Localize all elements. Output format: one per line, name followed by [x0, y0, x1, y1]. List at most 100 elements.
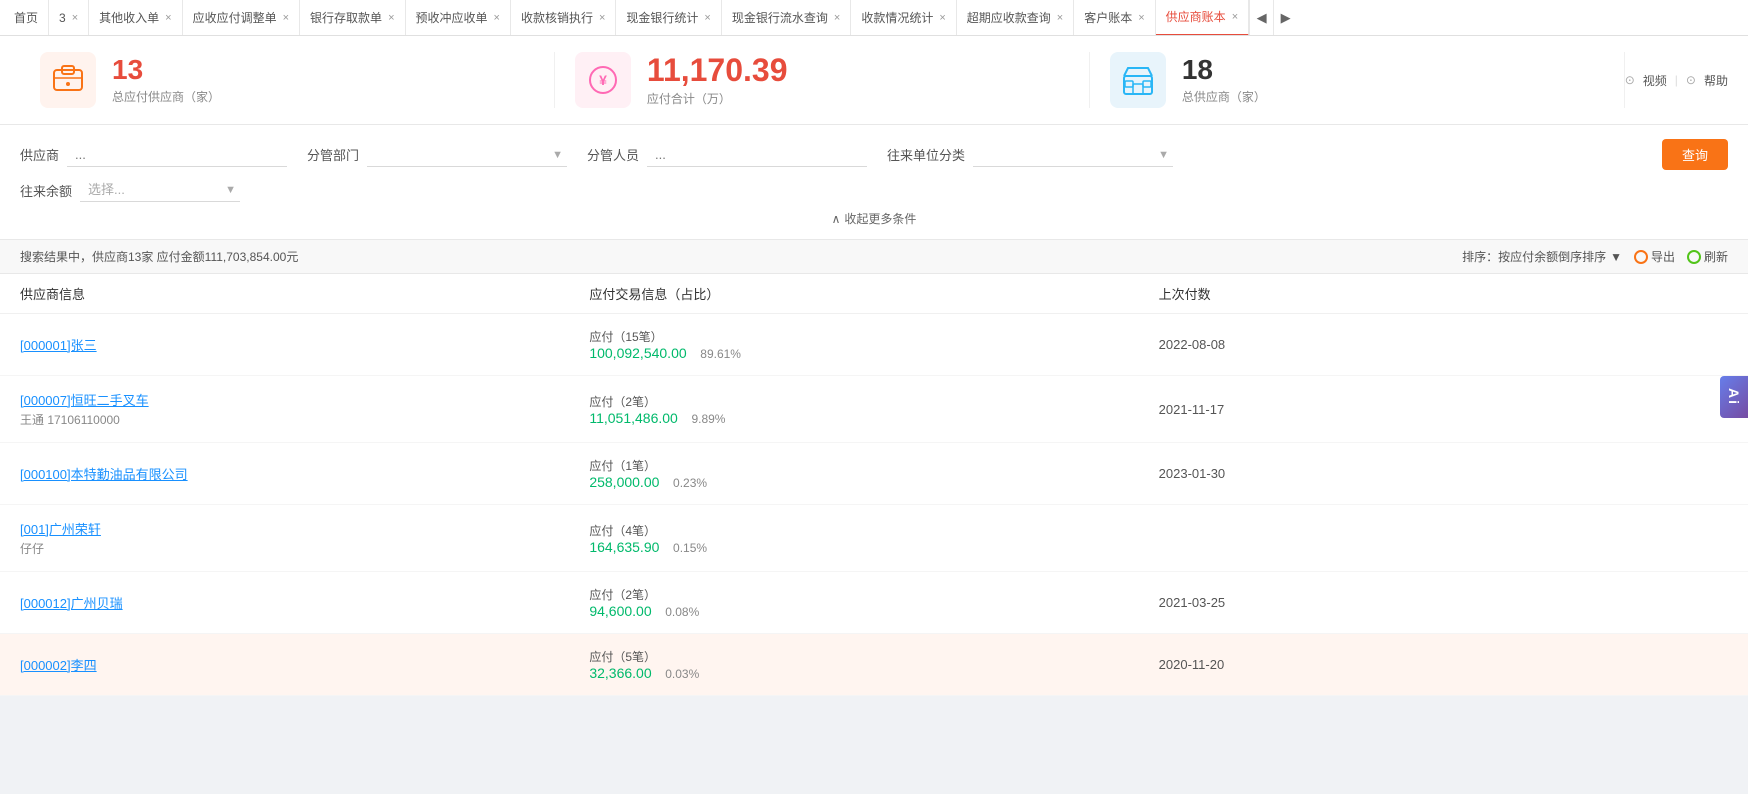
store-icon: [1110, 52, 1166, 108]
table-row: [000100]本特勤油品有限公司 应付（1笔） 258,000.00 0.23…: [0, 443, 1748, 505]
trans-amount: 164,635.90: [589, 539, 659, 555]
category-select-wrap: ▼: [973, 143, 1173, 167]
refresh-icon: [1687, 250, 1701, 264]
close-icon[interactable]: ×: [704, 12, 710, 24]
supplier-cell: [000007]恒旺二手叉车 王通 17106110000: [20, 390, 589, 428]
nav-tab-payment-stat-label: 收款情况统计: [861, 9, 933, 26]
transaction-cell: 应付（4笔） 164,635.90 0.15%: [589, 522, 1158, 555]
trans-amount: 100,092,540.00: [589, 345, 686, 361]
category-filter-select[interactable]: [973, 143, 1173, 167]
trans-pct: 89.61%: [700, 347, 741, 361]
nav-tab-supplier-account[interactable]: 供应商账本 ×: [1156, 0, 1249, 36]
last-pay-cell: 2023-01-30: [1159, 466, 1728, 481]
nav-tab-other-income-label: 其他收入单: [99, 9, 159, 26]
close-icon[interactable]: ×: [72, 12, 78, 24]
filter-row-1: 供应商 分管部门 ▼ 分管人员 往来单位分类 ▼ 查询: [20, 139, 1728, 170]
supplier-link[interactable]: [001]广州荣轩: [20, 519, 589, 538]
nav-arrow-right[interactable]: ▶: [1273, 0, 1297, 36]
nav-tab-customer-account[interactable]: 客户账本 ×: [1074, 0, 1155, 36]
table-header: 供应商信息 应付交易信息（占比） 上次付数: [0, 274, 1748, 314]
close-icon[interactable]: ×: [165, 12, 171, 24]
nav-tab-advance[interactable]: 预收冲应收单 ×: [406, 0, 511, 36]
trans-label: 应付（15笔）: [589, 328, 1158, 345]
supplier-link[interactable]: [000007]恒旺二手叉车: [20, 390, 589, 409]
video-icon: ⊙: [1625, 73, 1635, 87]
refresh-label: 刷新: [1704, 248, 1728, 265]
close-icon[interactable]: ×: [1057, 12, 1063, 24]
nav-tab-overdue[interactable]: 超期应收款查询 ×: [957, 0, 1074, 36]
nav-tab-other-income[interactable]: 其他收入单 ×: [89, 0, 182, 36]
last-pay-cell: 2020-11-20: [1159, 657, 1728, 672]
payable-icon: ¥: [575, 52, 631, 108]
nav-tab-3[interactable]: 3 ×: [49, 0, 89, 36]
filter-category: 往来单位分类 ▼: [887, 143, 1173, 167]
nav-tab-bank-deposit-label: 银行存取款单: [310, 9, 382, 26]
nav-arrow-left[interactable]: ◀: [1249, 0, 1273, 36]
supplier-link[interactable]: [000100]本特勤油品有限公司: [20, 464, 589, 483]
query-button[interactable]: 查询: [1662, 139, 1728, 170]
transaction-cell: 应付（2笔） 94,600.00 0.08%: [589, 586, 1158, 619]
trans-label: 应付（5笔）: [589, 648, 1158, 665]
help-link[interactable]: 帮助: [1704, 72, 1728, 89]
close-icon[interactable]: ×: [939, 12, 945, 24]
supplier-link[interactable]: [000012]广州贝瑞: [20, 593, 589, 612]
summary-card-payable-total: ¥ 11,170.39 应付合计（万）: [555, 52, 1090, 108]
nav-tab-ar-adjust[interactable]: 应收应付调整单 ×: [183, 0, 300, 36]
filter-section: 供应商 分管部门 ▼ 分管人员 往来单位分类 ▼ 查询: [0, 125, 1748, 240]
supplier-link[interactable]: [000001]张三: [20, 335, 589, 354]
close-icon[interactable]: ×: [283, 12, 289, 24]
col-header-transaction: 应付交易信息（占比）: [589, 284, 1158, 303]
supplier-cell: [001]广州荣轩 仔仔: [20, 519, 589, 557]
supplier-cell: [000002]李四: [20, 655, 589, 674]
svg-text:¥: ¥: [599, 72, 607, 88]
close-icon[interactable]: ×: [494, 12, 500, 24]
nav-tab-3-label: 3: [59, 11, 66, 25]
nav-tab-receipt[interactable]: 收款核销执行 ×: [511, 0, 616, 36]
trans-label: 应付（1笔）: [589, 457, 1158, 474]
close-icon[interactable]: ×: [599, 12, 605, 24]
filter-dept: 分管部门 ▼: [307, 143, 567, 167]
export-icon: [1634, 250, 1648, 264]
nav-tab-payment-stat[interactable]: 收款情况统计 ×: [851, 0, 956, 36]
nav-tab-receipt-label: 收款核销执行: [521, 9, 593, 26]
nav-tab-cash-flow[interactable]: 现金银行流水查询 ×: [722, 0, 851, 36]
close-icon[interactable]: ×: [388, 12, 394, 24]
supplier-filter-input[interactable]: [67, 143, 287, 167]
table-row: [000012]广州贝瑞 应付（2笔） 94,600.00 0.08% 2021…: [0, 572, 1748, 634]
supplier-cell: [000012]广州贝瑞: [20, 593, 589, 612]
nav-tab-cash-stat[interactable]: 现金银行统计 ×: [616, 0, 721, 36]
sort-arrow-icon: ▼: [1610, 250, 1622, 264]
supplier-link[interactable]: [000002]李四: [20, 655, 589, 674]
table-row: [000002]李四 应付（5笔） 32,366.00 0.03% 2020-1…: [0, 634, 1748, 696]
collapse-up-icon: ∧: [832, 212, 841, 226]
close-icon[interactable]: ×: [1138, 12, 1144, 24]
col-header-lastpay: 上次付数: [1159, 284, 1728, 303]
supplier-sub: 仔仔: [20, 540, 589, 557]
export-button[interactable]: 导出: [1634, 248, 1675, 265]
summary-card2-number: 11,170.39: [647, 54, 788, 86]
person-filter-input[interactable]: [647, 143, 867, 167]
trans-pct: 0.23%: [673, 476, 707, 490]
video-link[interactable]: 视频: [1643, 72, 1667, 89]
collapse-button[interactable]: ∧ 收起更多条件: [20, 210, 1728, 227]
help-links: ⊙ 视频 | ⊙ 帮助: [1625, 72, 1728, 89]
dept-filter-select[interactable]: [367, 143, 567, 167]
trans-amount: 94,600.00: [589, 603, 651, 619]
refresh-button[interactable]: 刷新: [1687, 248, 1728, 265]
sort-label: 排序：按应付余额倒序排序: [1462, 248, 1606, 265]
table-row: [000001]张三 应付（15笔） 100,092,540.00 89.61%…: [0, 314, 1748, 376]
ai-assistant-button[interactable]: Ai: [1720, 376, 1748, 418]
balance-filter-label: 往来余额: [20, 181, 72, 200]
balance-filter-select[interactable]: 选择...: [80, 178, 240, 202]
sort-control[interactable]: 排序：按应付余额倒序排序 ▼: [1462, 248, 1622, 265]
nav-tab-cash-flow-label: 现金银行流水查询: [732, 9, 828, 26]
close-icon[interactable]: ×: [834, 12, 840, 24]
help-icon: ⊙: [1686, 73, 1696, 87]
nav-tab-home[interactable]: 首页: [4, 0, 49, 36]
summary-card2-label: 应付合计（万）: [647, 90, 788, 107]
trans-pct: 9.89%: [691, 412, 725, 426]
dept-filter-label: 分管部门: [307, 145, 359, 164]
close-icon[interactable]: ×: [1232, 11, 1238, 23]
nav-tab-bank-deposit[interactable]: 银行存取款单 ×: [300, 0, 405, 36]
trans-label: 应付（2笔）: [589, 586, 1158, 603]
